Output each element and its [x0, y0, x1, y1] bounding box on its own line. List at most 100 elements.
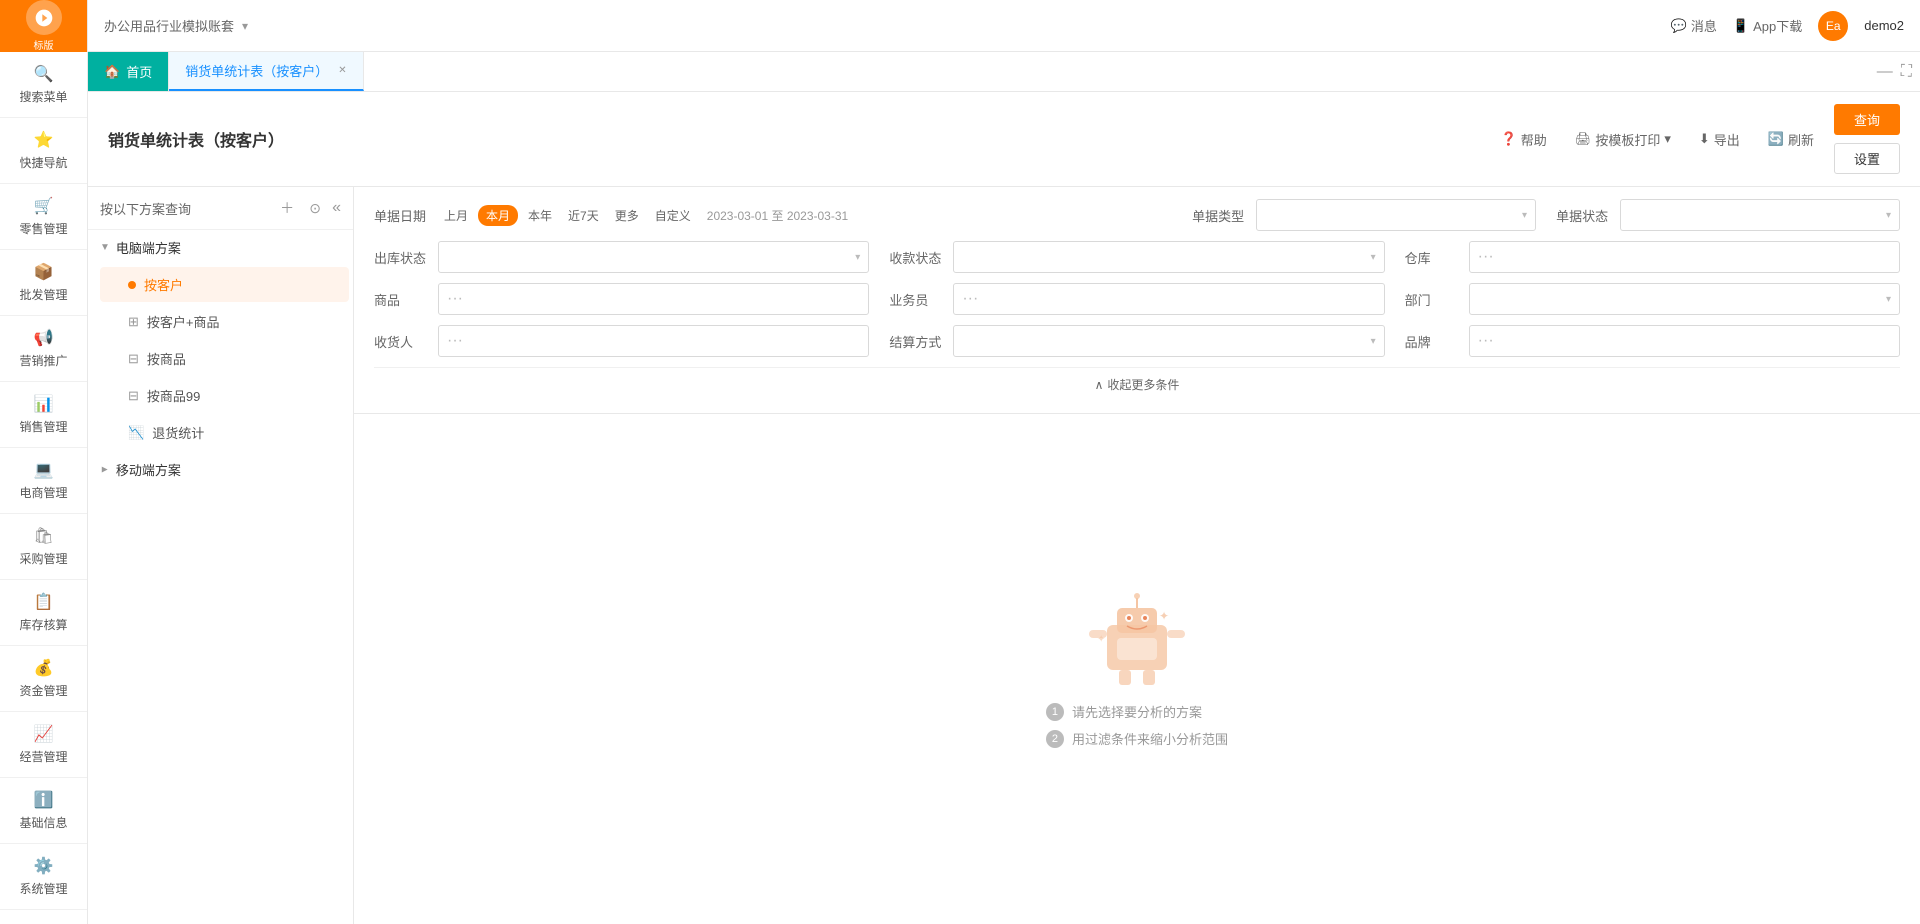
- sidebar-item-search[interactable]: 🔍 搜索菜单: [0, 52, 87, 118]
- sales-icon: 📊: [34, 394, 54, 414]
- filter-date: 单据日期 上月 本月 本年 近7天 更多 自定义 20: [374, 205, 848, 226]
- help-button[interactable]: ❓ 帮助: [1493, 126, 1555, 153]
- tab-maximize-icon[interactable]: ⛶: [1901, 63, 1912, 81]
- help-icon: ❓: [1501, 131, 1517, 147]
- scheme-header: 按以下方案查询 ＋ ⊙ «: [88, 187, 353, 230]
- date-btn-this-year[interactable]: 本年: [522, 205, 558, 226]
- tab-close-icon[interactable]: ✕: [338, 65, 346, 76]
- scheme-settings-icon[interactable]: ⊙: [304, 197, 326, 219]
- filter-consignee: 收货人 ···: [374, 325, 869, 357]
- scheme-item-by-customer[interactable]: 按客户: [100, 267, 349, 302]
- brand-control[interactable]: ···: [1469, 325, 1900, 357]
- scheme-group-arrow-pc: ▼: [100, 242, 110, 253]
- scheme-item-by-product-99[interactable]: ⊟ 按商品99: [100, 378, 349, 413]
- scheme-item-by-customer-product-label: 按客户+商品: [147, 312, 220, 331]
- sidebar-item-label-sales: 销售管理: [19, 418, 67, 435]
- logo[interactable]: 标版: [0, 0, 87, 52]
- warehouse-dots: ···: [1478, 248, 1494, 266]
- brand-label: 品牌: [1405, 332, 1461, 351]
- date-btn-this-month[interactable]: 本月: [478, 205, 518, 226]
- sidebar-item-purchase[interactable]: 🛍 采购管理: [0, 514, 87, 580]
- empty-robot-icon: ✦ ✦: [1077, 590, 1197, 690]
- sidebar-item-label-retail: 零售管理: [19, 220, 67, 237]
- filter-doc-status: 单据状态 ▾: [1556, 199, 1900, 231]
- marketing-icon: 📢: [34, 328, 54, 348]
- system-icon: ⚙️: [34, 856, 54, 876]
- sidebar-item-finance[interactable]: 💰 资金管理: [0, 646, 87, 712]
- product-control[interactable]: ···: [438, 283, 869, 315]
- refresh-label: 刷新: [1788, 130, 1814, 149]
- consignee-control[interactable]: ···: [438, 325, 869, 357]
- filter-payment-status: 收款状态 ▾: [889, 241, 1384, 273]
- sidebar-item-system[interactable]: ⚙️ 系统管理: [0, 844, 87, 910]
- collapse-up-icon: ∧: [1095, 378, 1104, 392]
- scheme-item-return-stats[interactable]: 📉 退货统计: [100, 415, 349, 450]
- sidebar-item-label-operation: 经营管理: [19, 748, 67, 765]
- topbar-dropdown-icon[interactable]: ▾: [242, 19, 248, 33]
- sidebar-item-retail[interactable]: 🛒 零售管理: [0, 184, 87, 250]
- sidebar-item-label-quick-nav: 快捷导航: [19, 154, 67, 171]
- sidebar-item-marketing[interactable]: 📢 营销推广: [0, 316, 87, 382]
- scheme-group-pc-title[interactable]: ▼ 电脑端方案: [88, 230, 353, 265]
- tab-home[interactable]: 🏠 首页: [88, 52, 169, 91]
- payment-status-control[interactable]: ▾: [953, 241, 1384, 273]
- salesperson-control[interactable]: ···: [953, 283, 1384, 315]
- scheme-collapse-icon[interactable]: «: [332, 199, 341, 217]
- sidebar-item-ecommerce[interactable]: 💻 电商管理: [0, 448, 87, 514]
- tip-num-2: 2: [1046, 730, 1064, 748]
- chart-icon-1: ⊞: [128, 314, 139, 330]
- filter-product: 商品 ···: [374, 283, 869, 315]
- message-button[interactable]: 💬 消息: [1671, 16, 1717, 35]
- sidebar-item-operation[interactable]: 📈 经营管理: [0, 712, 87, 778]
- app-download-button[interactable]: 📱 App下载: [1733, 16, 1802, 35]
- sidebar-item-label-marketing: 营销推广: [19, 352, 67, 369]
- template-print-button[interactable]: 🖨 按模板打印 ▾: [1567, 126, 1679, 153]
- export-button[interactable]: ⬇ 导出: [1691, 126, 1748, 153]
- date-btn-custom[interactable]: 自定义: [649, 205, 697, 226]
- doc-type-control[interactable]: ▾: [1256, 199, 1536, 231]
- user-avatar[interactable]: Ea: [1818, 11, 1848, 41]
- scheme-actions: ＋ ⊙ «: [276, 197, 341, 219]
- settlement-label: 结算方式: [889, 332, 945, 351]
- department-control[interactable]: ▾: [1469, 283, 1900, 315]
- tab-minimize-icon[interactable]: —: [1877, 63, 1893, 81]
- logo-text: 标版: [34, 37, 54, 52]
- sidebar-item-sales[interactable]: 📊 销售管理: [0, 382, 87, 448]
- date-btn-more[interactable]: 更多: [609, 205, 645, 226]
- filter-department: 部门 ▾: [1405, 283, 1900, 315]
- date-btn-7days[interactable]: 近7天: [562, 205, 605, 226]
- settlement-control[interactable]: ▾: [953, 325, 1384, 357]
- warehouse-label: 仓库: [1405, 248, 1461, 267]
- doc-type-label: 单据类型: [1192, 206, 1248, 225]
- scheme-group-mobile-label: 移动端方案: [116, 460, 181, 479]
- message-label: 消息: [1691, 16, 1717, 35]
- tabs-actions: — ⛶: [1869, 52, 1920, 91]
- scheme-add-icon[interactable]: ＋: [276, 197, 298, 219]
- scheme-group-mobile-title[interactable]: ▼ 移动端方案: [88, 452, 353, 487]
- scheme-item-by-product[interactable]: ⊟ 按商品: [100, 341, 349, 376]
- scheme-item-by-customer-product[interactable]: ⊞ 按客户+商品: [100, 304, 349, 339]
- collapse-button[interactable]: ∧ 收起更多条件: [374, 367, 1900, 401]
- sidebar-item-quick-nav[interactable]: ⭐ 快捷导航: [0, 118, 87, 184]
- sidebar-item-wholesale[interactable]: 📦 批发管理: [0, 250, 87, 316]
- filter-row-4: 收货人 ··· 结算方式 ▾: [374, 325, 1900, 357]
- out-status-control[interactable]: ▾: [438, 241, 869, 273]
- template-print-label: 按模板打印: [1595, 130, 1660, 149]
- sidebar-item-inventory[interactable]: 📋 库存核算: [0, 580, 87, 646]
- empty-tip-1-text: 请先选择要分析的方案: [1072, 702, 1202, 721]
- help-label: 帮助: [1521, 130, 1547, 149]
- sidebar-item-basic[interactable]: ℹ️ 基础信息: [0, 778, 87, 844]
- date-btn-last-month[interactable]: 上月: [438, 205, 474, 226]
- doc-status-arrow: ▾: [1886, 210, 1891, 221]
- tab-sales-stats[interactable]: 销货单统计表（按客户） ✕: [169, 52, 363, 91]
- chart-icon-3: ⊟: [128, 388, 139, 404]
- doc-status-control[interactable]: ▾: [1620, 199, 1900, 231]
- warehouse-control[interactable]: ···: [1469, 241, 1900, 273]
- settings-button[interactable]: 设置: [1834, 143, 1900, 174]
- sidebar-item-label-finance: 资金管理: [19, 682, 67, 699]
- salesperson-dots: ···: [962, 290, 978, 308]
- query-button[interactable]: 查询: [1834, 104, 1900, 135]
- out-status-label: 出库状态: [374, 248, 430, 267]
- refresh-button[interactable]: 🔄 刷新: [1760, 126, 1822, 153]
- sidebar-item-enterprise[interactable]: 🤝 企业协同: [0, 910, 87, 924]
